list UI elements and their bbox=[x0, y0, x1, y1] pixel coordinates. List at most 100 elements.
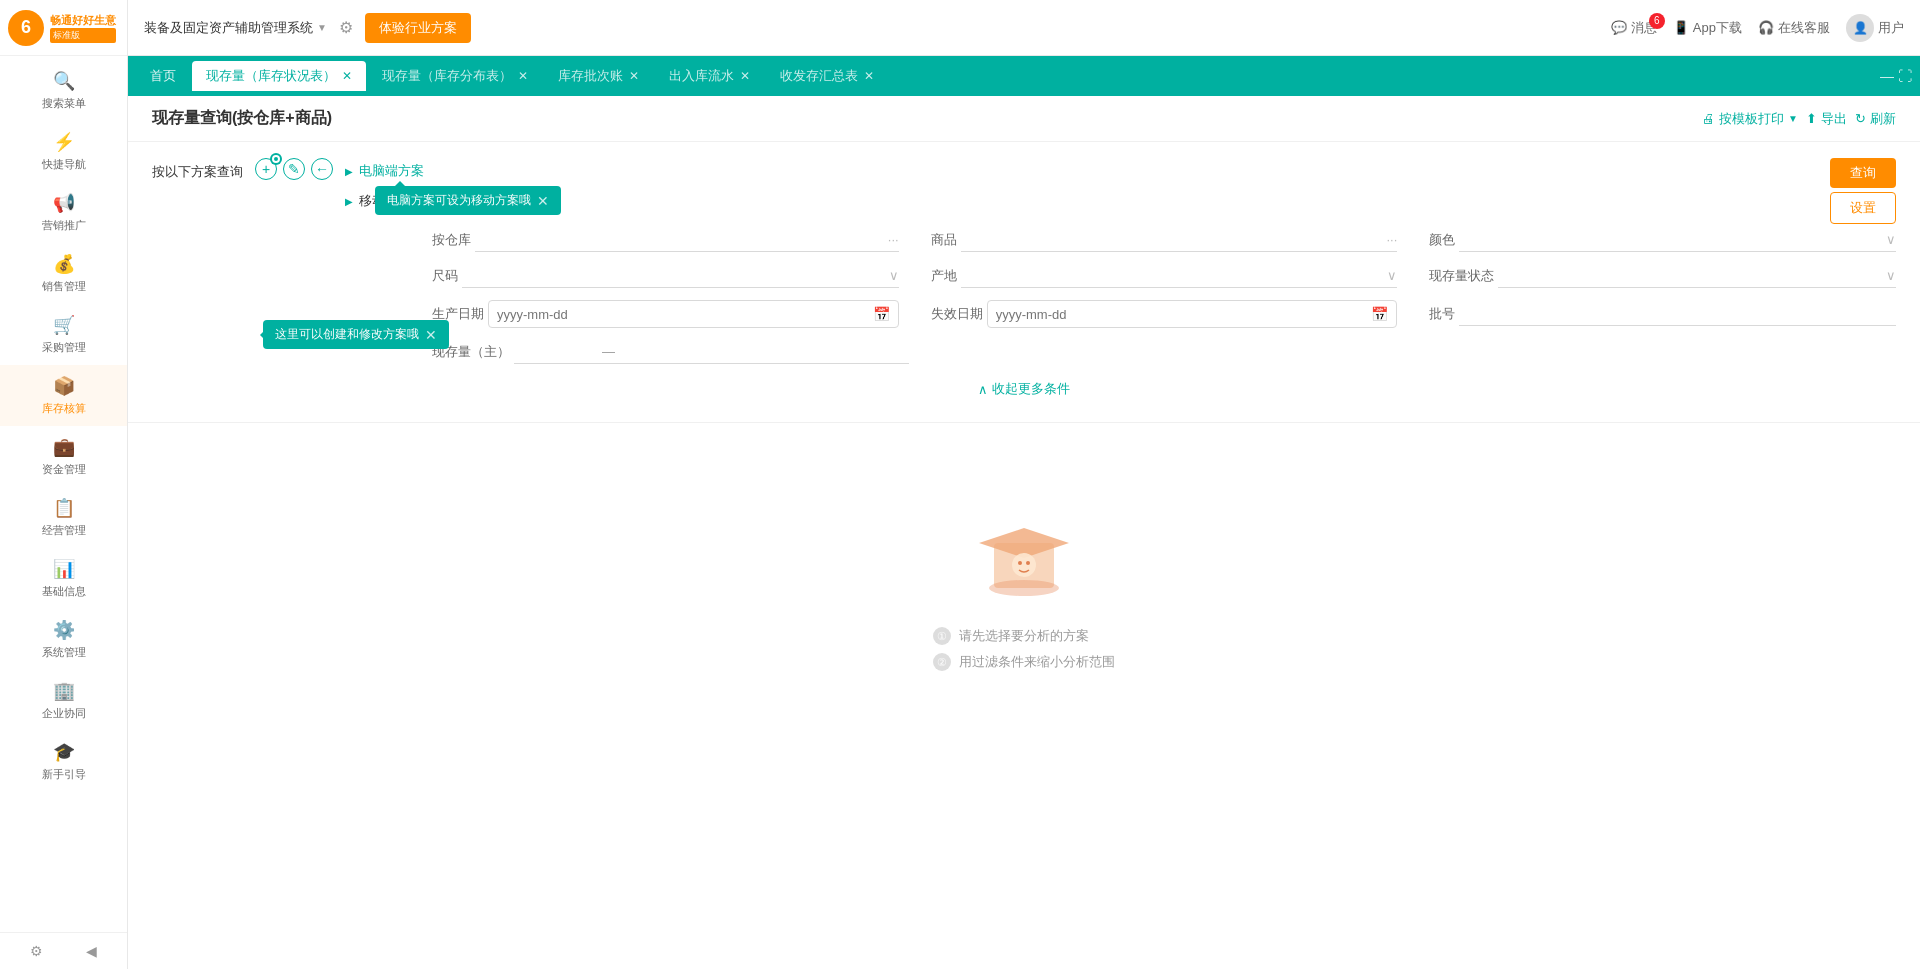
sidebar-item-finance[interactable]: 💼 资金管理 bbox=[0, 426, 127, 487]
origin-field: 产地 ∨ bbox=[931, 264, 1398, 288]
print-button[interactable]: 🖨 按模板打印 ▼ bbox=[1702, 110, 1798, 128]
desktop-scheme: ▶ 电脑端方案 bbox=[345, 158, 424, 184]
add-scheme-button[interactable]: + bbox=[255, 158, 277, 180]
sidebar-item-marketing[interactable]: 📢 营销推广 bbox=[0, 182, 127, 243]
size-chevron[interactable]: ∨ bbox=[889, 268, 899, 283]
collapse-button[interactable]: ∧ 收起更多条件 bbox=[978, 380, 1070, 398]
tab-inventory-status[interactable]: 现存量（库存状况表） ✕ bbox=[192, 61, 366, 91]
header-settings-button[interactable]: ⚙ bbox=[339, 18, 353, 37]
sidebar-item-guide[interactable]: 🎓 新手引导 bbox=[0, 731, 127, 792]
batch-input-wrap bbox=[1459, 302, 1896, 326]
filter-row-1: 按仓库 ··· 商品 ··· bbox=[432, 228, 1896, 252]
search-button[interactable]: 查询 bbox=[1830, 158, 1896, 188]
export-button[interactable]: ⬆ 导出 bbox=[1806, 110, 1847, 128]
origin-label: 产地 bbox=[931, 267, 957, 285]
back-scheme-button[interactable]: ← bbox=[311, 158, 333, 180]
stock-status-input[interactable] bbox=[1498, 268, 1886, 283]
prod-date-calendar-icon[interactable]: 📅 bbox=[873, 306, 890, 322]
stock-status-label: 现存量状态 bbox=[1429, 267, 1494, 285]
sidebar-collapse-button[interactable]: ◀ bbox=[86, 943, 97, 959]
goods-input[interactable] bbox=[961, 232, 1387, 247]
sidebar-settings-button[interactable]: ⚙ bbox=[30, 943, 43, 959]
sidebar-item-search[interactable]: 🔍 搜索菜单 bbox=[0, 60, 127, 121]
tab-window-buttons: — ⛶ bbox=[1880, 68, 1912, 84]
expiry-date-calendar-icon[interactable]: 📅 bbox=[1371, 306, 1388, 322]
notification-badge: 6 bbox=[1649, 13, 1665, 29]
tab-close-inventory-dist[interactable]: ✕ bbox=[518, 70, 528, 82]
sidebar-item-inventory[interactable]: 📦 库存核算 bbox=[0, 365, 127, 426]
empty-steps: ① 请先选择要分析的方案 ② 用过滤条件来缩小分析范围 bbox=[933, 623, 1115, 675]
tab-minimize-button[interactable]: — bbox=[1880, 68, 1894, 84]
print-icon: 🖨 bbox=[1702, 111, 1715, 126]
tab-close-in-out-flow[interactable]: ✕ bbox=[740, 70, 750, 82]
warehouse-input[interactable] bbox=[475, 232, 888, 247]
color-field: 颜色 ∨ bbox=[1429, 228, 1896, 252]
tab-bar: 首页 现存量（库存状况表） ✕ 现存量（库存分布表） ✕ 库存批次账 ✕ 出入库… bbox=[128, 56, 1920, 96]
sidebar-footer: ⚙ ◀ bbox=[0, 932, 127, 969]
app-logo: 6 畅通好好生意 标准版 bbox=[0, 0, 127, 56]
experience-button[interactable]: 体验行业方案 bbox=[365, 13, 471, 43]
tab-in-out-flow[interactable]: 出入库流水 ✕ bbox=[655, 61, 764, 91]
tab-close-collect-send[interactable]: ✕ bbox=[864, 70, 874, 82]
sidebar-item-nav[interactable]: ⚡ 快捷导航 bbox=[0, 121, 127, 182]
tab-close-inventory-status[interactable]: ✕ bbox=[342, 70, 352, 82]
prod-date-input[interactable] bbox=[497, 307, 873, 322]
prod-date-field: 生产日期 📅 bbox=[432, 300, 899, 328]
warehouse-dots[interactable]: ··· bbox=[888, 232, 899, 247]
origin-input[interactable] bbox=[961, 268, 1388, 283]
nav-icon: ⚡ bbox=[53, 131, 75, 153]
reset-button[interactable]: 设置 bbox=[1830, 192, 1896, 224]
marketing-icon: 📢 bbox=[53, 192, 75, 214]
refresh-button[interactable]: ↻ 刷新 bbox=[1855, 110, 1896, 128]
color-chevron[interactable]: ∨ bbox=[1886, 232, 1896, 247]
origin-chevron[interactable]: ∨ bbox=[1387, 268, 1397, 283]
edit-scheme-button[interactable]: ✎ bbox=[283, 158, 305, 180]
expiry-date-field: 失效日期 📅 bbox=[931, 300, 1398, 328]
desktop-scheme-label[interactable]: 电脑端方案 bbox=[359, 162, 424, 180]
sidebar: 6 畅通好好生意 标准版 🔍 搜索菜单 ⚡ 快捷导航 📢 营销推广 💰 销 bbox=[0, 0, 128, 969]
system-dropdown-button[interactable]: ▼ bbox=[317, 22, 327, 33]
sidebar-item-enterprise[interactable]: 🏢 企业协同 bbox=[0, 670, 127, 731]
sidebar-item-operations[interactable]: 📋 经营管理 bbox=[0, 487, 127, 548]
tab-close-batch-account[interactable]: ✕ bbox=[629, 70, 639, 82]
color-input-wrap: ∨ bbox=[1459, 228, 1896, 252]
tab-inventory-dist[interactable]: 现存量（库存分布表） ✕ bbox=[368, 61, 542, 91]
size-input[interactable] bbox=[462, 268, 889, 283]
sidebar-item-system[interactable]: ⚙️ 系统管理 bbox=[0, 609, 127, 670]
empty-step-2: ② 用过滤条件来缩小分析范围 bbox=[933, 649, 1115, 675]
top-header: 装备及固定资产辅助管理系统 ▼ ⚙ 体验行业方案 💬 消息 6 📱 App下载 … bbox=[128, 0, 1920, 56]
scheme-tooltip-close[interactable]: ✕ bbox=[537, 193, 549, 209]
scheme-expand-arrow[interactable]: ▶ bbox=[345, 166, 353, 177]
online-support-action[interactable]: 🎧 在线客服 bbox=[1758, 19, 1830, 37]
sidebar-item-sales[interactable]: 💰 销售管理 bbox=[0, 243, 127, 304]
color-input[interactable] bbox=[1459, 232, 1886, 247]
refresh-icon: ↻ bbox=[1855, 111, 1866, 126]
expiry-date-input[interactable] bbox=[996, 307, 1372, 322]
stock-main-field: 现存量（主） — bbox=[432, 340, 909, 364]
tab-home[interactable]: 首页 bbox=[136, 61, 190, 91]
tab-collect-send[interactable]: 收发存汇总表 ✕ bbox=[766, 61, 888, 91]
create-tooltip-close[interactable]: ✕ bbox=[425, 327, 437, 343]
basic-icon: 📊 bbox=[53, 558, 75, 580]
tab-maximize-button[interactable]: ⛶ bbox=[1898, 68, 1912, 84]
scheme-tooltip: 电脑方案可设为移动方案哦 ✕ bbox=[375, 186, 561, 215]
tab-batch-account[interactable]: 库存批次账 ✕ bbox=[544, 61, 653, 91]
filter-section: 按以下方案查询 + ✎ ← ▶ bbox=[128, 142, 1920, 423]
stock-status-chevron[interactable]: ∨ bbox=[1886, 268, 1896, 283]
goods-dots[interactable]: ··· bbox=[1386, 232, 1397, 247]
filter-row-3: 生产日期 📅 失效日期 📅 bbox=[432, 300, 1896, 328]
app-download-action[interactable]: 📱 App下载 bbox=[1673, 19, 1742, 37]
svg-point-3 bbox=[1012, 553, 1036, 577]
stock-range-separator: — bbox=[602, 344, 615, 359]
filter-row-2: 尺码 ∨ 产地 ∨ bbox=[432, 264, 1896, 288]
svg-point-2 bbox=[989, 580, 1059, 596]
user-action[interactable]: 👤 用户 bbox=[1846, 14, 1904, 42]
sidebar-item-basic[interactable]: 📊 基础信息 bbox=[0, 548, 127, 609]
notification-action[interactable]: 💬 消息 6 bbox=[1611, 19, 1657, 37]
sidebar-item-purchase[interactable]: 🛒 采购管理 bbox=[0, 304, 127, 365]
goods-field: 商品 ··· bbox=[931, 228, 1398, 252]
sidebar-nav: 🔍 搜索菜单 ⚡ 快捷导航 📢 营销推广 💰 销售管理 🛒 采购管理 📦 bbox=[0, 56, 127, 932]
batch-input[interactable] bbox=[1459, 306, 1896, 321]
stock-main-from-input[interactable] bbox=[514, 344, 594, 359]
mobile-scheme-arrow[interactable]: ▶ bbox=[345, 196, 353, 207]
